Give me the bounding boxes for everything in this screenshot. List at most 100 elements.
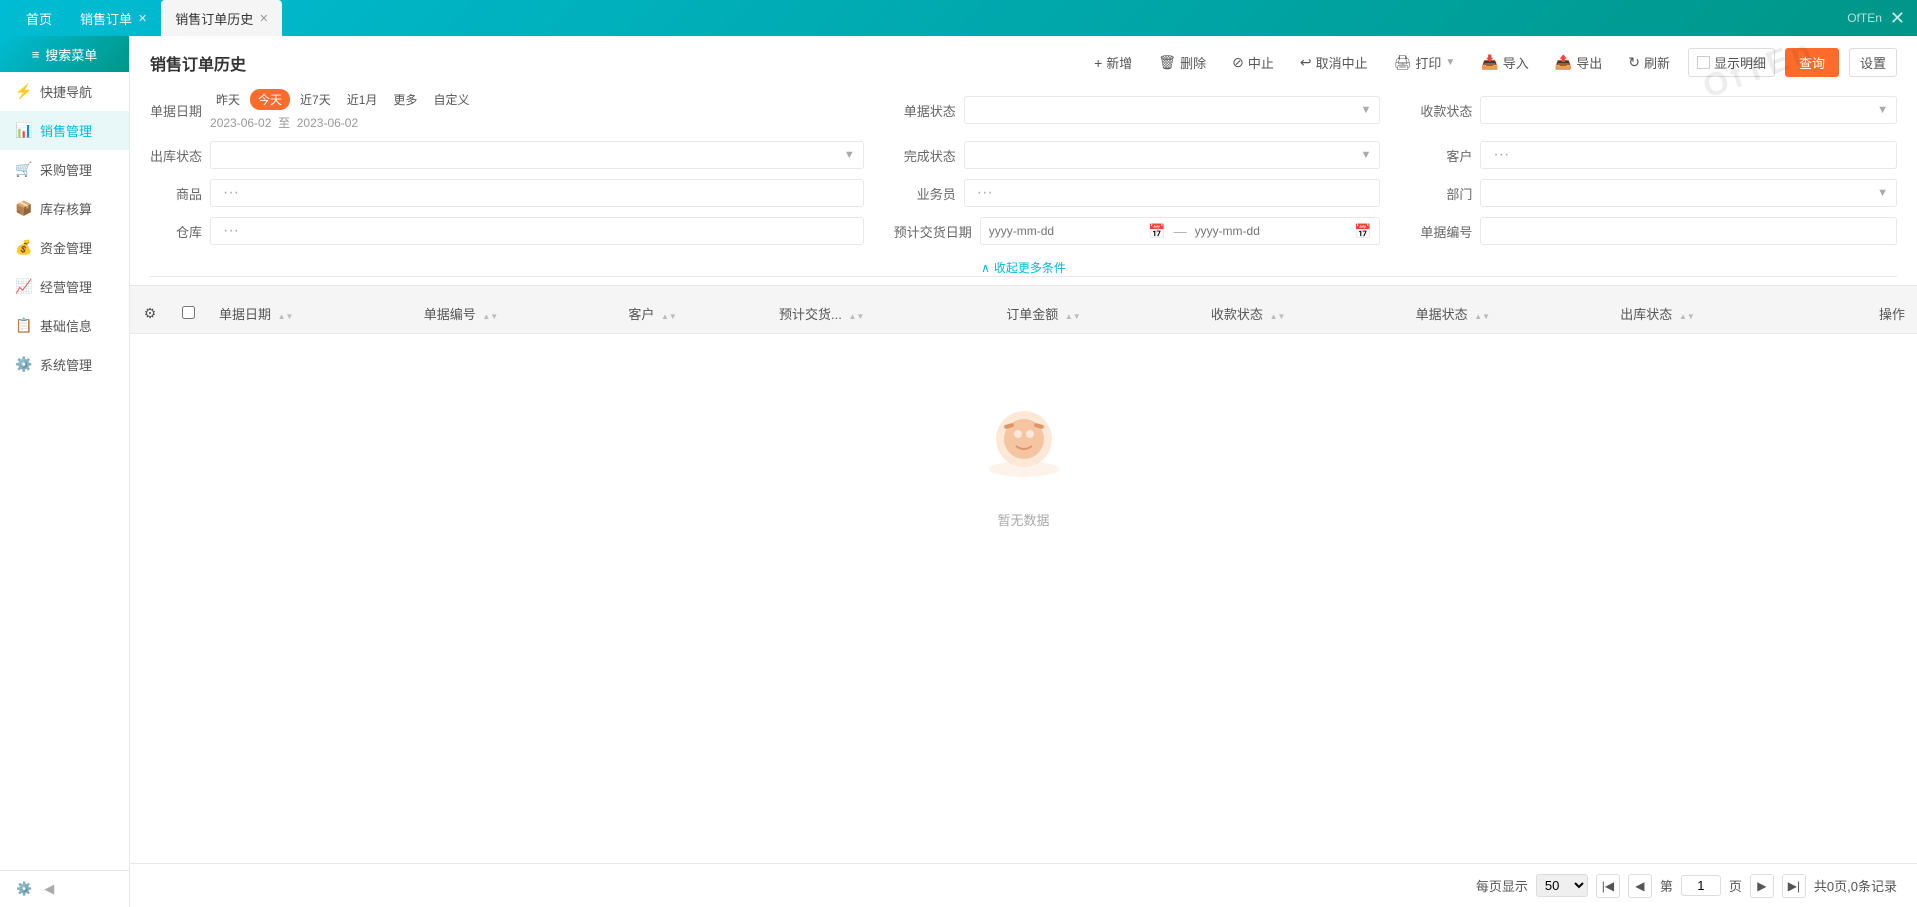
expected-date-from-input[interactable]	[989, 224, 1140, 238]
sidebar-item-label: 采购管理	[40, 160, 92, 179]
sidebar-item-capital[interactable]: 💰 资金管理	[0, 228, 129, 267]
delete-button[interactable]: 🗑 删除	[1150, 49, 1214, 76]
doc-status-control[interactable]: ▼	[964, 96, 1381, 124]
filter-payment-status: 收款状态 ▼	[1410, 96, 1897, 124]
th-amount[interactable]: 订单金额 ▲▼	[994, 294, 1199, 334]
filter-warehouse: 仓库 ···	[150, 217, 864, 245]
collapse-btn[interactable]: ∧ 收起更多条件	[981, 259, 1066, 276]
expected-date-from[interactable]: 📅 — 📅	[980, 217, 1381, 245]
ship-status-control[interactable]: ▼	[210, 141, 864, 169]
date-tab-more[interactable]: 更多	[387, 89, 423, 110]
print-button[interactable]: 🖨 打印 ▼	[1386, 49, 1464, 76]
last-page-btn[interactable]: ▶|	[1782, 874, 1806, 898]
query-button[interactable]: 查询	[1785, 48, 1839, 77]
tab-home[interactable]: 首页	[12, 0, 66, 36]
tab-sales-order-close[interactable]: ✕	[138, 12, 147, 25]
tab-sales-history-close[interactable]: ✕	[259, 12, 268, 25]
calendar-from-icon[interactable]: 📅	[1148, 223, 1165, 240]
payment-status-control[interactable]: ▼	[1480, 96, 1897, 124]
th-settings[interactable]: ⚙	[130, 294, 170, 334]
sidebar-item-ops[interactable]: 📈 经营管理	[0, 267, 129, 306]
th-doc-status[interactable]: 单据状态 ▲▼	[1404, 294, 1609, 334]
th-no[interactable]: 单据编号 ▲▼	[412, 294, 617, 334]
th-ship-status[interactable]: 出库状态 ▲▼	[1608, 294, 1813, 334]
close-window-icon[interactable]: ✕	[1890, 8, 1905, 29]
amount-sort-icon[interactable]: ▲▼	[1065, 313, 1081, 321]
sidebar-item-label: 系统管理	[40, 355, 92, 374]
sidebar-item-basic-info[interactable]: 📋 基础信息	[0, 306, 129, 345]
page-title: 销售订单历史	[150, 51, 246, 75]
sidebar-item-sys-mgmt[interactable]: ⚙️ 系统管理	[0, 345, 129, 384]
add-label: 新增	[1106, 53, 1132, 72]
settings-button[interactable]: 设置	[1849, 48, 1897, 77]
expected-date-to-input[interactable]	[1195, 224, 1346, 238]
warehouse-dots[interactable]: ···	[223, 222, 239, 240]
empty-text: 暂无数据	[997, 510, 1049, 529]
dept-control[interactable]: ▼	[1480, 179, 1897, 207]
stop-button[interactable]: ⊘ 中止	[1224, 49, 1282, 76]
sidebar-collapse-icon[interactable]: ◀	[44, 881, 54, 897]
th-expected-date[interactable]: 预计交货... ▲▼	[767, 294, 994, 334]
th-customer[interactable]: 客户 ▲▼	[616, 294, 767, 334]
goods-dots[interactable]: ···	[223, 184, 239, 202]
settings-gear-icon[interactable]: ⚙	[144, 305, 157, 321]
collapse-up-icon: ∧	[981, 261, 990, 275]
date-dash: —	[1174, 224, 1187, 239]
order-no-input[interactable]	[1489, 224, 1888, 239]
salesperson-dots[interactable]: ···	[977, 184, 993, 202]
order-no-control[interactable]	[1480, 217, 1897, 245]
sidebar-settings-icon[interactable]: ⚙️	[16, 881, 32, 897]
salesperson-control[interactable]: ···	[964, 179, 1381, 207]
tab-sales-history[interactable]: 销售订单历史 ✕	[161, 0, 282, 36]
cancel-stop-button[interactable]: ↩ 取消中止	[1292, 49, 1376, 76]
date-tab-today[interactable]: 今天	[250, 89, 290, 110]
ship-sort-icon[interactable]: ▲▼	[1679, 313, 1695, 321]
date-tab-yesterday[interactable]: 昨天	[210, 89, 246, 110]
refresh-button[interactable]: ↻ 刷新	[1620, 49, 1678, 76]
sidebar-item-purchase-mgmt[interactable]: 🛒 采购管理	[0, 150, 129, 189]
payment-sort-icon[interactable]: ▲▼	[1270, 313, 1286, 321]
sidebar-item-quick-nav[interactable]: ⚡ 快捷导航	[0, 72, 129, 111]
customer-control[interactable]: ···	[1480, 141, 1897, 169]
filter-expected-date: 预计交货日期 📅 — 📅	[894, 217, 1381, 245]
no-sort-icon[interactable]: ▲▼	[482, 313, 498, 321]
logo-text[interactable]: 搜索菜单	[45, 45, 97, 64]
warehouse-control[interactable]: ···	[210, 217, 864, 245]
th-expected-date-label: 预计交货...	[779, 307, 842, 322]
tab-sales-order[interactable]: 销售订单 ✕	[66, 0, 161, 36]
th-check[interactable]	[170, 294, 207, 334]
next-page-btn[interactable]: ▶	[1750, 874, 1774, 898]
th-date[interactable]: 单据日期 ▲▼	[207, 294, 412, 334]
select-all-checkbox[interactable]	[182, 306, 195, 319]
doc-sort-icon[interactable]: ▲▼	[1474, 313, 1490, 321]
filter-ship-status: 出库状态 ▼	[150, 141, 864, 169]
expected-sort-icon[interactable]: ▲▼	[849, 313, 865, 321]
sidebar-item-inventory[interactable]: 📦 库存核算	[0, 189, 129, 228]
display-detail-btn[interactable]: 显示明细	[1688, 48, 1775, 77]
prev-page-btn[interactable]: ◀	[1628, 874, 1652, 898]
sidebar: ≡ 搜索菜单 ⚡ 快捷导航 📊 销售管理 🛒 采购管理 📦 库存核算 💰 资金管…	[0, 36, 130, 907]
page-input[interactable]	[1681, 875, 1721, 896]
per-page-select[interactable]: 50 20 100	[1536, 874, 1588, 897]
calendar-to-icon[interactable]: 📅	[1354, 223, 1371, 240]
add-button[interactable]: + 新增	[1086, 49, 1140, 76]
filter-row-4: 仓库 ··· 预计交货日期 📅 —	[150, 217, 1897, 245]
first-page-btn[interactable]: |◀	[1596, 874, 1620, 898]
date-tab-1month[interactable]: 近1月	[341, 89, 384, 110]
th-payment-status[interactable]: 收款状态 ▲▼	[1199, 294, 1404, 334]
filter-area: 单据日期 昨天 今天 近7天 近1月 更多 自定义 2023	[150, 89, 1897, 277]
display-checkbox[interactable]	[1697, 56, 1710, 69]
table-area: ⚙ 单据日期 ▲▼ 单据编号 ▲▼	[130, 294, 1917, 907]
sidebar-item-sales-mgmt[interactable]: 📊 销售管理	[0, 111, 129, 150]
date-sort-icon[interactable]: ▲▼	[278, 313, 294, 321]
import-button[interactable]: 📥 导入	[1473, 49, 1536, 76]
customer-dots[interactable]: ···	[1493, 146, 1509, 164]
date-tab-custom[interactable]: 自定义	[427, 89, 475, 110]
th-payment-label: 收款状态	[1211, 307, 1263, 322]
cancel-stop-label: 取消中止	[1316, 53, 1368, 72]
complete-status-control[interactable]: ▼	[964, 141, 1381, 169]
date-tab-7days[interactable]: 近7天	[294, 89, 337, 110]
export-button[interactable]: 📤 导出	[1547, 49, 1610, 76]
goods-control[interactable]: ···	[210, 179, 864, 207]
customer-sort-icon[interactable]: ▲▼	[661, 313, 677, 321]
